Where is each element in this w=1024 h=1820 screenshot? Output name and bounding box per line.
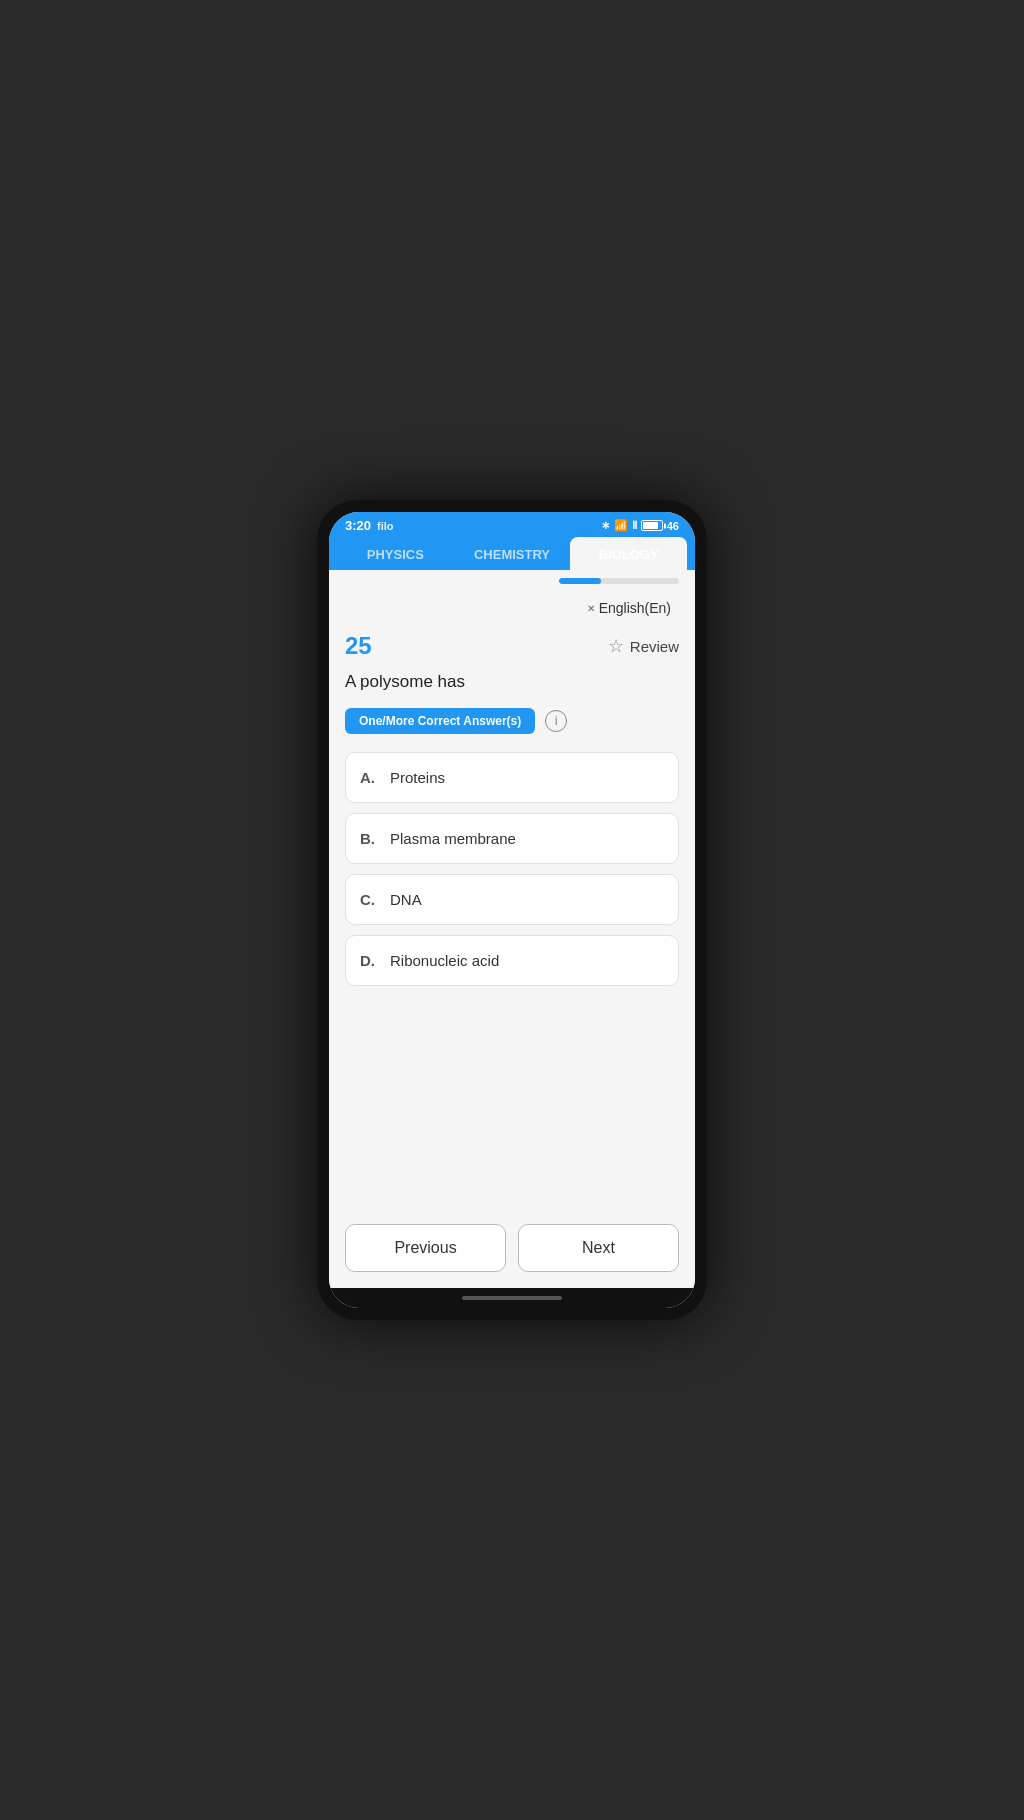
progress-area — [329, 570, 695, 588]
battery-percentage: 46 — [667, 520, 679, 532]
option-c-text: DNA — [390, 891, 422, 908]
chevron-down-icon: ✕ — [587, 603, 595, 614]
option-a[interactable]: A. Proteins — [345, 752, 679, 803]
question-text: A polysome has — [345, 670, 679, 694]
tab-physics[interactable]: PHYSICS — [337, 537, 454, 570]
option-a-letter: A. — [360, 769, 378, 786]
status-bar: 3:20 filo ∗ 📶 Ⅱ 46 — [329, 512, 695, 537]
tab-chemistry[interactable]: CHEMISTRY — [454, 537, 571, 570]
language-label: English(En) — [599, 600, 671, 616]
info-icon[interactable]: i — [545, 710, 567, 732]
option-d-letter: D. — [360, 952, 378, 969]
answer-type-badge: One/More Correct Answer(s) — [345, 708, 535, 734]
phone-shell: 3:20 filo ∗ 📶 Ⅱ 46 PHYSICS CHEMISTRY — [317, 500, 707, 1320]
review-label: Review — [630, 638, 679, 655]
home-bar — [462, 1296, 562, 1300]
option-b-text: Plasma membrane — [390, 830, 516, 847]
progress-bar-fill — [559, 578, 601, 584]
phone-screen: 3:20 filo ∗ 📶 Ⅱ 46 PHYSICS CHEMISTRY — [329, 512, 695, 1308]
battery-fill — [643, 522, 658, 529]
question-number: 25 — [345, 632, 372, 660]
option-a-text: Proteins — [390, 769, 445, 786]
signal-icon: Ⅱ — [632, 519, 637, 532]
review-button[interactable]: ☆ Review — [608, 635, 679, 657]
badge-row: One/More Correct Answer(s) i — [345, 708, 679, 734]
language-row: ✕ English(En) — [345, 596, 679, 620]
next-button[interactable]: Next — [518, 1224, 679, 1272]
previous-button[interactable]: Previous — [345, 1224, 506, 1272]
home-indicator — [329, 1288, 695, 1308]
option-b[interactable]: B. Plasma membrane — [345, 813, 679, 864]
tab-bar: PHYSICS CHEMISTRY BIOLOGY — [329, 537, 695, 570]
option-c-letter: C. — [360, 891, 378, 908]
status-app-name: filo — [377, 520, 394, 532]
language-selector[interactable]: ✕ English(En) — [579, 596, 679, 620]
status-right: ∗ 📶 Ⅱ 46 — [601, 519, 679, 532]
option-c[interactable]: C. DNA — [345, 874, 679, 925]
bluetooth-icon: ∗ — [601, 519, 610, 532]
main-content: ✕ English(En) 25 ☆ Review A polysome has… — [329, 588, 695, 1214]
option-b-letter: B. — [360, 830, 378, 847]
status-time: 3:20 — [345, 518, 371, 533]
option-d[interactable]: D. Ribonucleic acid — [345, 935, 679, 986]
progress-bar-container — [559, 578, 679, 584]
question-header: 25 ☆ Review — [345, 632, 679, 660]
tab-biology[interactable]: BIOLOGY — [570, 537, 687, 570]
options-list: A. Proteins B. Plasma membrane C. DNA D.… — [345, 752, 679, 986]
status-left: 3:20 filo — [345, 518, 394, 533]
bottom-nav: Previous Next — [329, 1214, 695, 1288]
battery-icon — [641, 520, 663, 531]
option-d-text: Ribonucleic acid — [390, 952, 499, 969]
wifi-icon: 📶 — [614, 519, 628, 532]
star-icon: ☆ — [608, 635, 624, 657]
